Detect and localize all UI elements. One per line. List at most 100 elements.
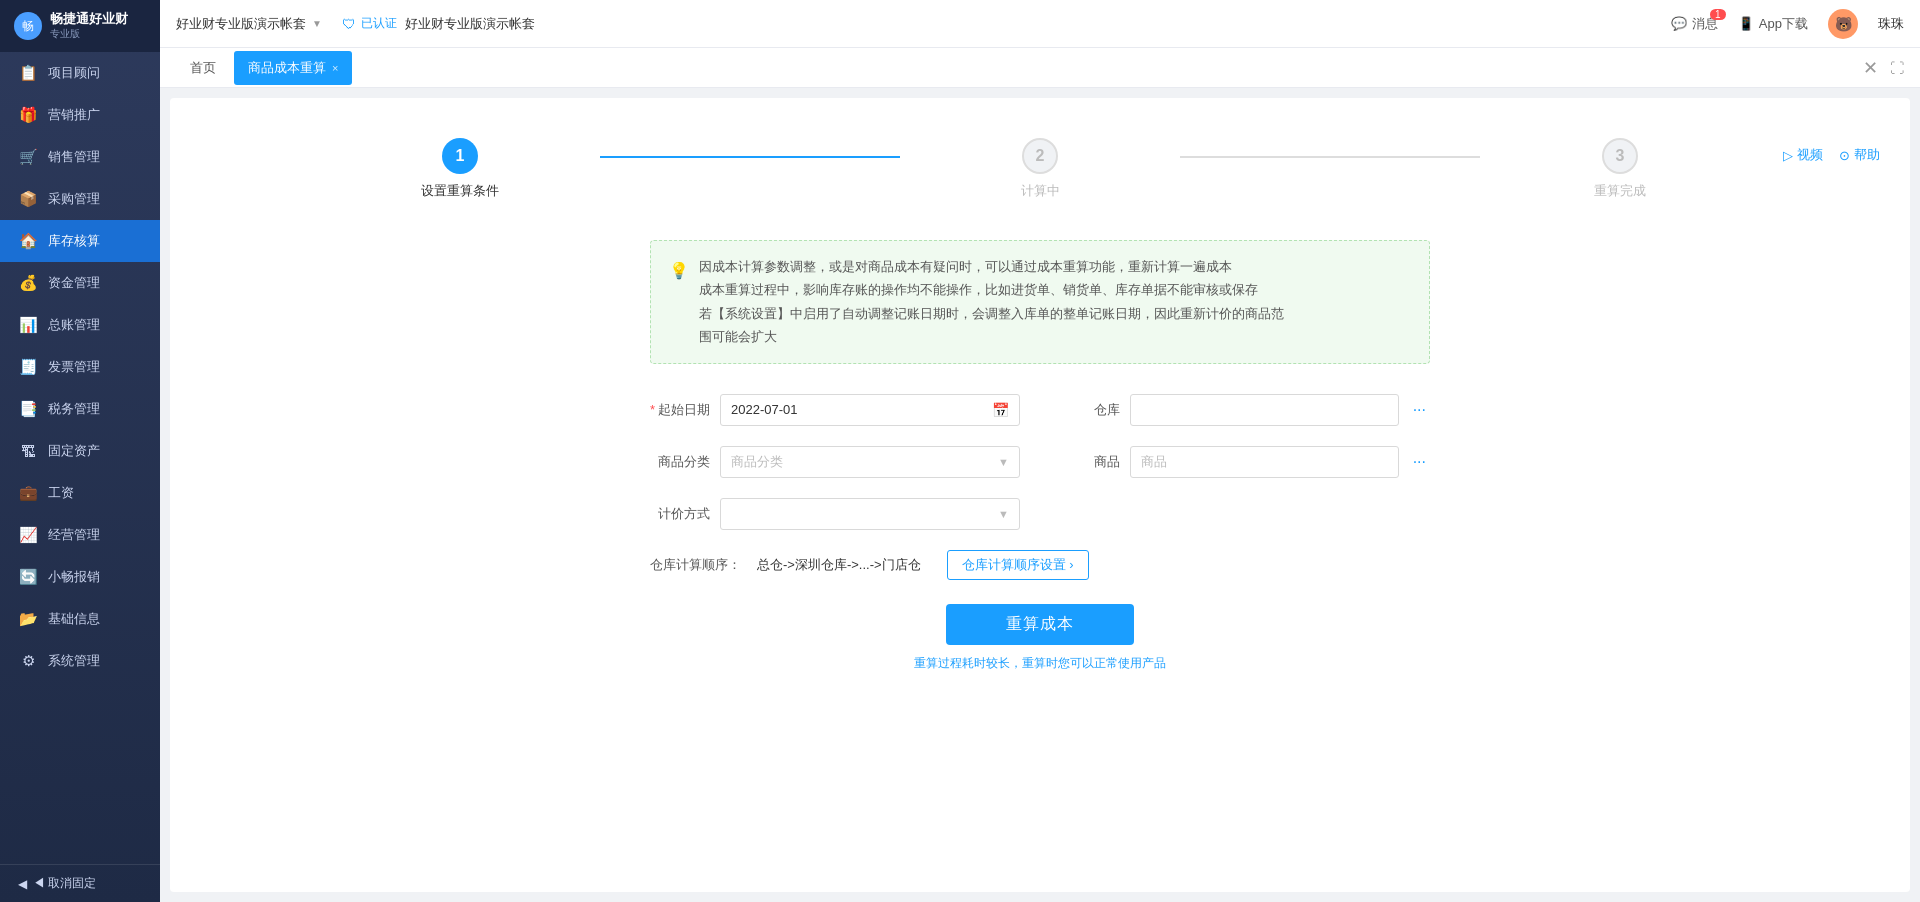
sidebar-item-inventory[interactable]: 🏠 库存核算 bbox=[0, 220, 160, 262]
sidebar-nav: 📋 项目顾问 🎁 营销推广 🛒 销售管理 📦 采购管理 🏠 库存核算 💰 资金管… bbox=[0, 52, 160, 864]
help-link[interactable]: ⊙ 帮助 bbox=[1839, 146, 1880, 164]
invoice-icon: 🧾 bbox=[18, 357, 38, 377]
message-badge: 1 bbox=[1710, 9, 1726, 20]
step-1: 1 设置重算条件 bbox=[320, 138, 600, 200]
step-2: 2 计算中 bbox=[900, 138, 1180, 200]
video-link[interactable]: ▷ 视频 bbox=[1783, 146, 1823, 164]
tabs-bar-actions: ✕ ⛶ bbox=[1863, 57, 1904, 79]
marketing-icon: 🎁 bbox=[18, 105, 38, 125]
content-area: 1 设置重算条件 2 计算中 3 重算完成 ▷ 视频 ⊙ 帮助 bbox=[170, 98, 1910, 892]
warehouse-input[interactable] bbox=[1130, 394, 1399, 426]
product-placeholder: 商品 bbox=[1141, 453, 1388, 471]
step-3-circle: 3 bbox=[1602, 138, 1638, 174]
product-input[interactable]: 商品 bbox=[1130, 446, 1399, 478]
tab-cost-recalc[interactable]: 商品成本重算 × bbox=[234, 51, 352, 85]
sidebar-item-sales[interactable]: 🛒 销售管理 bbox=[0, 136, 160, 178]
sidebar-unpin[interactable]: ◀ ◀ 取消固定 bbox=[0, 864, 160, 902]
warehouse-order-settings-button[interactable]: 仓库计算顺序设置 › bbox=[947, 550, 1089, 580]
warehouse-more-icon[interactable]: ··· bbox=[1409, 401, 1430, 419]
step-line-2 bbox=[1180, 156, 1480, 158]
start-date-field: 起始日期 2022-07-01 📅 bbox=[650, 394, 1020, 426]
account-chevron-icon: ▼ bbox=[312, 18, 322, 29]
product-more-icon[interactable]: ··· bbox=[1409, 453, 1430, 471]
account-selector[interactable]: 好业财专业版演示帐套 ▼ bbox=[176, 15, 322, 33]
expense-icon: 🔄 bbox=[18, 567, 38, 587]
warehouse-field: 仓库 ··· bbox=[1060, 394, 1430, 426]
topbar: 好业财专业版演示帐套 ▼ 🛡 已认证 好业财专业版演示帐套 💬 消息 1 📱 A… bbox=[160, 0, 1920, 48]
step-1-label: 设置重算条件 bbox=[421, 182, 499, 200]
step-3: 3 重算完成 bbox=[1480, 138, 1760, 200]
window-expand-icon[interactable]: ⛶ bbox=[1890, 60, 1904, 76]
accounting-icon: 📊 bbox=[18, 315, 38, 335]
sidebar-item-purchase[interactable]: 📦 采购管理 bbox=[0, 178, 160, 220]
sidebar-item-assets[interactable]: 🏗 固定资产 bbox=[0, 430, 160, 472]
sales-icon: 🛒 bbox=[18, 147, 38, 167]
sidebar-item-expense[interactable]: 🔄 小畅报销 bbox=[0, 556, 160, 598]
product-field: 商品 商品 ··· bbox=[1060, 446, 1430, 478]
window-close-icon[interactable]: ✕ bbox=[1863, 57, 1878, 79]
system-icon: ⚙ bbox=[18, 651, 38, 671]
app-download-button[interactable]: 📱 App下载 bbox=[1738, 15, 1808, 33]
steps-container: 1 设置重算条件 2 计算中 3 重算完成 ▷ 视频 ⊙ 帮助 bbox=[200, 118, 1880, 210]
form-row-1: 起始日期 2022-07-01 📅 仓库 ··· bbox=[650, 394, 1430, 426]
sidebar-item-project[interactable]: 📋 项目顾问 bbox=[0, 52, 160, 94]
sidebar-item-operation[interactable]: 📈 经营管理 bbox=[0, 514, 160, 556]
sidebar-item-basic[interactable]: 📂 基础信息 bbox=[0, 598, 160, 640]
sidebar-logo-icon: 畅 bbox=[14, 12, 42, 40]
assets-icon: 🏗 bbox=[18, 441, 38, 461]
sidebar-item-finance[interactable]: 💰 资金管理 bbox=[0, 262, 160, 304]
company-name: 好业财专业版演示帐套 bbox=[405, 15, 535, 33]
start-date-input[interactable]: 2022-07-01 📅 bbox=[720, 394, 1020, 426]
topbar-right: 💬 消息 1 📱 App下载 🐻 珠珠 bbox=[1671, 9, 1904, 39]
verified-badge: 🛡 已认证 bbox=[342, 15, 397, 32]
warehouse-order-label: 仓库计算顺序： bbox=[650, 556, 741, 574]
project-icon: 📋 bbox=[18, 63, 38, 83]
category-chevron-icon: ▼ bbox=[998, 456, 1009, 468]
step-3-label: 重算完成 bbox=[1594, 182, 1646, 200]
tab-home[interactable]: 首页 bbox=[176, 51, 230, 85]
main-wrap: 好业财专业版演示帐套 ▼ 🛡 已认证 好业财专业版演示帐套 💬 消息 1 📱 A… bbox=[160, 0, 1920, 902]
category-placeholder: 商品分类 bbox=[731, 453, 783, 471]
recalc-hint: 重算过程耗时较长，重算时您可以正常使用产品 bbox=[650, 655, 1430, 672]
message-icon: 💬 bbox=[1671, 16, 1687, 31]
step-1-circle: 1 bbox=[442, 138, 478, 174]
category-label: 商品分类 bbox=[650, 453, 710, 471]
step-2-label: 计算中 bbox=[1021, 182, 1060, 200]
info-icon: 💡 bbox=[669, 257, 689, 349]
price-method-chevron-icon: ▼ bbox=[998, 508, 1009, 520]
user-avatar[interactable]: 🐻 bbox=[1828, 9, 1858, 39]
sidebar-item-accounting[interactable]: 📊 总账管理 bbox=[0, 304, 160, 346]
price-method-select[interactable]: ▼ bbox=[720, 498, 1020, 530]
inventory-icon: 🏠 bbox=[18, 231, 38, 251]
recalc-wrap: 重算成本 重算过程耗时较长，重算时您可以正常使用产品 bbox=[650, 604, 1430, 672]
calendar-icon[interactable]: 📅 bbox=[992, 402, 1009, 418]
sidebar-logo: 畅 畅捷通好业财 专业版 bbox=[0, 0, 160, 52]
unpin-label: ◀ 取消固定 bbox=[33, 875, 96, 892]
sidebar-item-system[interactable]: ⚙ 系统管理 bbox=[0, 640, 160, 682]
sidebar-logo-text: 畅捷通好业财 专业版 bbox=[50, 11, 128, 41]
product-label: 商品 bbox=[1060, 453, 1120, 471]
sidebar: 畅 畅捷通好业财 专业版 📋 项目顾问 🎁 营销推广 🛒 销售管理 📦 采购管理… bbox=[0, 0, 160, 902]
warehouse-label: 仓库 bbox=[1060, 401, 1120, 419]
recalc-button[interactable]: 重算成本 bbox=[946, 604, 1134, 645]
messages-button[interactable]: 💬 消息 1 bbox=[1671, 15, 1718, 33]
warehouse-order-row: 仓库计算顺序： 总仓->深圳仓库->...->门店仓 仓库计算顺序设置 › bbox=[650, 550, 1430, 580]
unpin-icon: ◀ bbox=[18, 877, 27, 891]
shield-icon: 🛡 bbox=[342, 16, 356, 32]
tabs-bar: 首页 商品成本重算 × ✕ ⛶ bbox=[160, 48, 1920, 88]
username[interactable]: 珠珠 bbox=[1878, 15, 1904, 33]
sidebar-item-tax[interactable]: 📑 税务管理 bbox=[0, 388, 160, 430]
form-row-2: 商品分类 商品分类 ▼ 商品 商品 ··· bbox=[650, 446, 1430, 478]
start-date-value: 2022-07-01 bbox=[731, 402, 984, 417]
warehouse-order-value: 总仓->深圳仓库->...->门店仓 bbox=[757, 556, 921, 574]
salary-icon: 💼 bbox=[18, 483, 38, 503]
tab-close-icon[interactable]: × bbox=[332, 62, 338, 74]
sidebar-item-marketing[interactable]: 🎁 营销推广 bbox=[0, 94, 160, 136]
purchase-icon: 📦 bbox=[18, 189, 38, 209]
sidebar-item-salary[interactable]: 💼 工资 bbox=[0, 472, 160, 514]
start-date-label: 起始日期 bbox=[650, 401, 710, 419]
info-box: 💡 因成本计算参数调整，或是对商品成本有疑问时，可以通过成本重算功能，重新计算一… bbox=[650, 240, 1430, 364]
sidebar-item-invoice[interactable]: 🧾 发票管理 bbox=[0, 346, 160, 388]
price-method-field: 计价方式 ▼ bbox=[650, 498, 1020, 530]
category-select[interactable]: 商品分类 ▼ bbox=[720, 446, 1020, 478]
